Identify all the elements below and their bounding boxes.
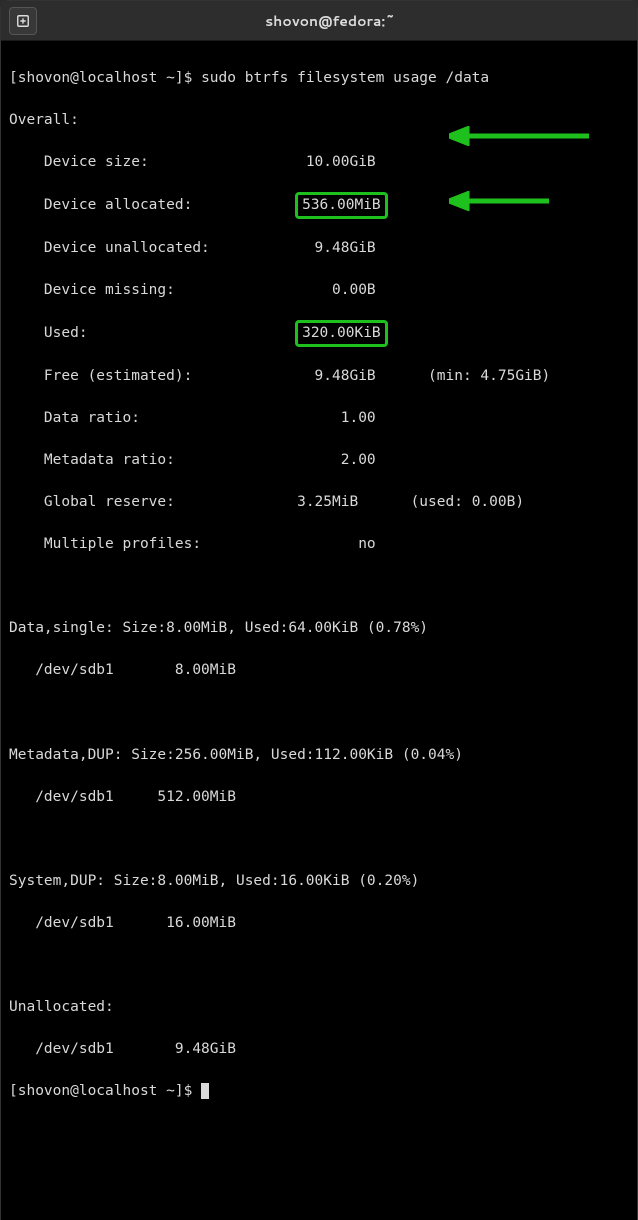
data-ratio-value: 1.00	[341, 410, 376, 426]
prompt: [shovon@localhost ~]$	[9, 70, 201, 86]
device-size-value: 10.00GiB	[306, 154, 376, 170]
device-missing-label: Device missing:	[9, 282, 332, 298]
metadata-dup-header: Metadata,DUP: Size:256.00MiB, Used:112.0…	[9, 745, 629, 766]
free-estimated-min: (min: 4.75GiB)	[376, 368, 551, 384]
used-label: Used:	[9, 325, 297, 341]
device-allocated-label: Device allocated:	[9, 197, 297, 213]
global-reserve-used: (used: 0.00B)	[358, 494, 524, 510]
device-missing-value: 0.00B	[332, 282, 376, 298]
annotation-arrow-icon	[449, 191, 549, 211]
multiple-profiles-value: no	[358, 536, 375, 552]
titlebar: shovon@fedora:~	[1, 1, 637, 41]
device-allocated-value: 536.00MiB	[295, 192, 388, 219]
new-tab-button[interactable]	[9, 7, 37, 35]
terminal-body[interactable]: [shovon@localhost ~]$ sudo btrfs filesys…	[1, 41, 637, 1220]
device-unallocated-value: 9.48GiB	[315, 240, 376, 256]
cursor	[201, 1083, 209, 1099]
annotation-arrow-icon	[449, 126, 589, 146]
metadata-dup-device: /dev/sdb1 512.00MiB	[9, 787, 629, 808]
system-dup-device: /dev/sdb1 16.00MiB	[9, 913, 629, 934]
command-text: sudo btrfs filesystem usage /data	[201, 70, 489, 86]
metadata-ratio-value: 2.00	[341, 452, 376, 468]
unallocated-header: Unallocated:	[9, 997, 629, 1018]
metadata-ratio-label: Metadata ratio:	[9, 452, 341, 468]
unallocated-device: /dev/sdb1 9.48GiB	[9, 1039, 629, 1060]
device-unallocated-label: Device unallocated:	[9, 240, 315, 256]
system-dup-header: System,DUP: Size:8.00MiB, Used:16.00KiB …	[9, 871, 629, 892]
global-reserve-label: Global reserve:	[9, 494, 297, 510]
data-ratio-label: Data ratio:	[9, 410, 341, 426]
data-single-header: Data,single: Size:8.00MiB, Used:64.00KiB…	[9, 618, 629, 639]
free-estimated-label: Free (estimated):	[9, 368, 315, 384]
new-tab-icon	[16, 14, 30, 28]
global-reserve-value: 3.25MiB	[297, 494, 358, 510]
multiple-profiles-label: Multiple profiles:	[9, 536, 358, 552]
data-single-device: /dev/sdb1 8.00MiB	[9, 660, 629, 681]
prompt: [shovon@localhost ~]$	[9, 1083, 201, 1099]
terminal-window: shovon@fedora:~ [shovon@localhost ~]$ su…	[0, 0, 638, 1220]
free-estimated-value: 9.48GiB	[315, 368, 376, 384]
device-size-label: Device size:	[9, 154, 306, 170]
window-title: shovon@fedora:~	[37, 11, 623, 31]
used-value: 320.00KiB	[295, 320, 388, 347]
